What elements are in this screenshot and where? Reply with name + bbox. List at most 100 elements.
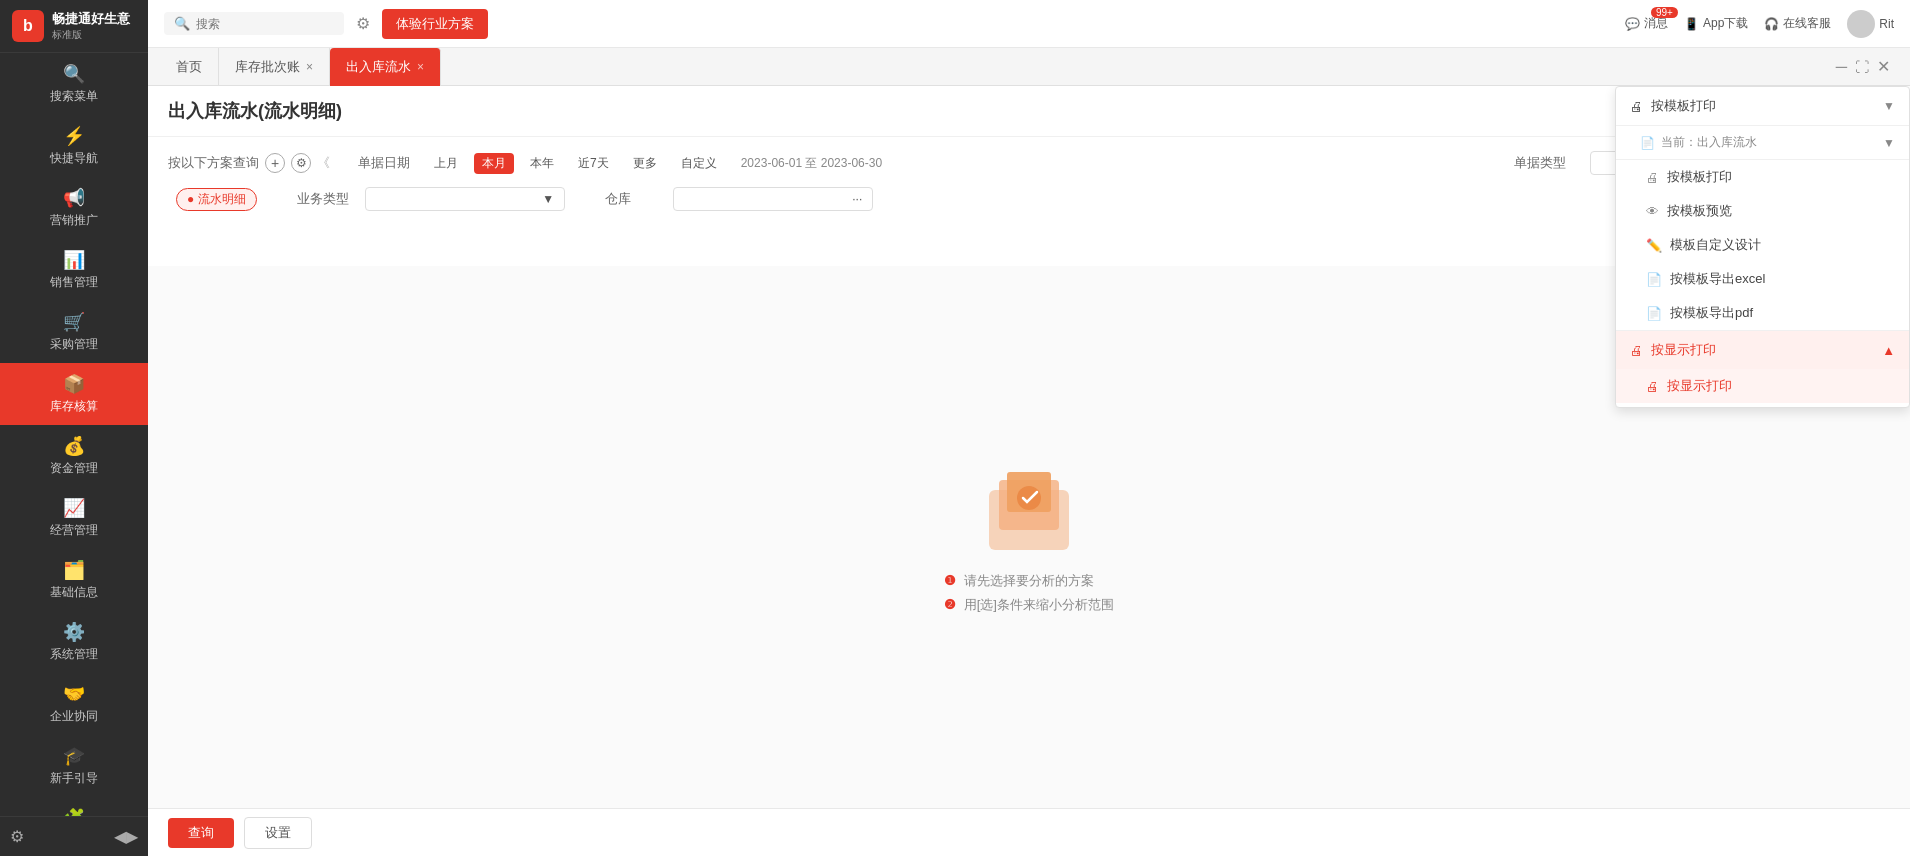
template-preview-item[interactable]: 👁 按模板预览 [1616, 194, 1909, 228]
sidebar-item-label: 销售管理 [50, 274, 98, 291]
sidebar-item-operation[interactable]: 📈 经营管理 [0, 487, 148, 549]
sidebar-scroll: 🔍 搜索菜单 ⚡ 快捷导航 📢 营销推广 📊 销售管理 🛒 采购管理 📦 库存核… [0, 53, 148, 816]
eye-icon: 👁 [1646, 204, 1659, 219]
printer-icon: 🖨 [1630, 99, 1643, 114]
sidebar-item-app-center[interactable]: 🧩 应用中心 [0, 797, 148, 816]
sidebar-item-label: 系统管理 [50, 646, 98, 663]
template-print-section: 🖨 按模板打印 ▼ 📄 当前：出入库流水 ▼ 🖨 [1616, 87, 1909, 331]
sidebar-item-label: 基础信息 [50, 584, 98, 601]
topbar-actions: 💬 消息 99+ 📱 App下载 🎧 在线客服 Rit [1625, 10, 1894, 38]
chevron-down-icon: ▼ [1883, 99, 1895, 113]
business-type-label: 业务类型 [297, 190, 357, 208]
printer-active-icon: 🖨 [1630, 343, 1643, 358]
megaphone-icon: 📢 [63, 187, 85, 209]
search-input[interactable] [196, 17, 316, 31]
filter-add-button[interactable]: + [265, 153, 285, 173]
template-print-header[interactable]: 🖨 按模板打印 ▼ [1616, 87, 1909, 126]
date-tab-this-month[interactable]: 本月 [474, 153, 514, 174]
date-tabs: 上月 本月 本年 近7天 更多 自定义 2023-06-01 至 2023-06… [426, 153, 882, 174]
query-button[interactable]: 查询 [168, 818, 234, 848]
footer-settings-icon[interactable]: ⚙ [10, 827, 24, 846]
empty-hint-1: ❶ 请先选择要分析的方案 [944, 572, 1094, 590]
display-print-header[interactable]: 🖨 按显示打印 ▲ [1616, 331, 1909, 369]
chart-icon: 📊 [63, 249, 85, 271]
filter-collapse-icon[interactable]: 《 [317, 154, 330, 172]
tab-home[interactable]: 首页 [160, 48, 219, 86]
topbar-gear-icon[interactable]: ⚙ [356, 14, 370, 33]
sidebar-item-label: 快捷导航 [50, 150, 98, 167]
print-dropdown-panel: 🖨 按模板打印 ▼ 📄 当前：出入库流水 ▼ 🖨 [1615, 86, 1910, 408]
template-export-excel-item[interactable]: 📄 按模板导出excel [1616, 262, 1909, 296]
sidebar-item-sales[interactable]: 📊 销售管理 [0, 239, 148, 301]
document-icon: 📄 [1640, 136, 1655, 150]
tab-close-batch[interactable]: × [306, 60, 313, 74]
template-export-pdf-item[interactable]: 📄 按模板导出pdf [1616, 296, 1909, 330]
content-area: 出入库流水(流水明细) 🖨 按模板打印 ▲ ⬆ 导出 🔄 刷新 [148, 86, 1910, 856]
sidebar-item-label: 采购管理 [50, 336, 98, 353]
date-tab-7days[interactable]: 近7天 [570, 153, 617, 174]
date-tab-more[interactable]: 更多 [625, 153, 665, 174]
search-icon: 🔍 [63, 63, 85, 85]
date-tab-last-month[interactable]: 上月 [426, 153, 466, 174]
tab-batch-account[interactable]: 库存批次账 × [219, 48, 330, 86]
tab-close-inout[interactable]: × [417, 60, 424, 74]
sidebar-footer: ⚙ ◀▶ [0, 816, 148, 856]
sidebar-item-system[interactable]: ⚙️ 系统管理 [0, 611, 148, 673]
user-avatar[interactable]: Rit [1847, 10, 1894, 38]
tab-maximize-icon[interactable]: ⛶ [1855, 59, 1869, 75]
display-preview-item[interactable]: 👁 按显示预览 [1616, 403, 1909, 407]
cart-icon: 🛒 [63, 311, 85, 333]
page-title: 出入库流水(流水明细) [168, 99, 342, 135]
message-badge: 99+ [1651, 7, 1678, 18]
sidebar-item-finance[interactable]: 💰 资金管理 [0, 425, 148, 487]
pdf-icon: 📄 [1646, 306, 1662, 321]
current-template-item: 📄 当前：出入库流水 ▼ [1616, 126, 1909, 160]
phone-icon: 📱 [1684, 17, 1699, 31]
warehouse-select[interactable]: ··· [673, 187, 873, 211]
empty-illustration [969, 460, 1089, 560]
sidebar-item-beginner[interactable]: 🎓 新手引导 [0, 735, 148, 797]
sidebar-item-inventory[interactable]: 📦 库存核算 [0, 363, 148, 425]
logo-text: 畅捷通好生意 标准版 [52, 11, 130, 41]
filter-setting-button[interactable]: ⚙ [291, 153, 311, 173]
active-filter-tag[interactable]: ● 流水明细 [176, 188, 257, 211]
trial-button[interactable]: 体验行业方案 [382, 9, 488, 39]
tab-minimize-icon[interactable]: ─ [1836, 58, 1847, 76]
message-button[interactable]: 💬 消息 99+ [1625, 15, 1668, 32]
chevron-down-icon: ▼ [542, 192, 554, 206]
search-icon: 🔍 [174, 16, 190, 31]
main-area: 🔍 ⚙ 体验行业方案 💬 消息 99+ 📱 App下载 🎧 在线客服 Rit [148, 0, 1910, 856]
tab-close-window-icon[interactable]: ✕ [1877, 57, 1890, 76]
sidebar-item-purchase[interactable]: 🛒 采购管理 [0, 301, 148, 363]
sidebar-item-marketing[interactable]: 📢 营销推广 [0, 177, 148, 239]
edit-icon: ✏️ [1646, 238, 1662, 253]
excel-icon: 📄 [1646, 272, 1662, 287]
business-type-select[interactable]: ▼ [365, 187, 565, 211]
sidebar-item-cooperation[interactable]: 🤝 企业协同 [0, 673, 148, 735]
template-print-item[interactable]: 🖨 按模板打印 [1616, 160, 1909, 194]
tab-inout-flow[interactable]: 出入库流水 × [330, 48, 441, 86]
empty-hint-2: ❷ 用[选]条件来缩小分析范围 [944, 596, 1114, 614]
filter-tag-icon: ● [187, 192, 194, 206]
date-tab-this-year[interactable]: 本年 [522, 153, 562, 174]
sidebar-item-quick-nav[interactable]: ⚡ 快捷导航 [0, 115, 148, 177]
sidebar-item-basic[interactable]: 🗂️ 基础信息 [0, 549, 148, 611]
date-tab-custom[interactable]: 自定义 [673, 153, 725, 174]
warehouse-label: 仓库 [605, 190, 665, 208]
topbar: 🔍 ⚙ 体验行业方案 💬 消息 99+ 📱 App下载 🎧 在线客服 Rit [148, 0, 1910, 48]
message-icon: 💬 [1625, 17, 1640, 31]
sidebar-item-search[interactable]: 🔍 搜索菜单 [0, 53, 148, 115]
online-service-button[interactable]: 🎧 在线客服 [1764, 15, 1831, 32]
topbar-search-box[interactable]: 🔍 [164, 12, 344, 35]
money-icon: 💰 [63, 435, 85, 457]
template-custom-design-item[interactable]: ✏️ 模板自定义设计 [1616, 228, 1909, 262]
sidebar-item-label: 新手引导 [50, 770, 98, 787]
footer-collapse-icon[interactable]: ◀▶ [114, 827, 138, 846]
gear-icon: ⚙️ [63, 621, 85, 643]
setting-button[interactable]: 设置 [244, 817, 312, 849]
display-print-item[interactable]: 🖨 按显示打印 [1616, 369, 1909, 403]
trend-icon: 📈 [63, 497, 85, 519]
app-download-button[interactable]: 📱 App下载 [1684, 15, 1748, 32]
handshake-icon: 🤝 [63, 683, 85, 705]
ellipsis-icon: ··· [852, 192, 862, 206]
